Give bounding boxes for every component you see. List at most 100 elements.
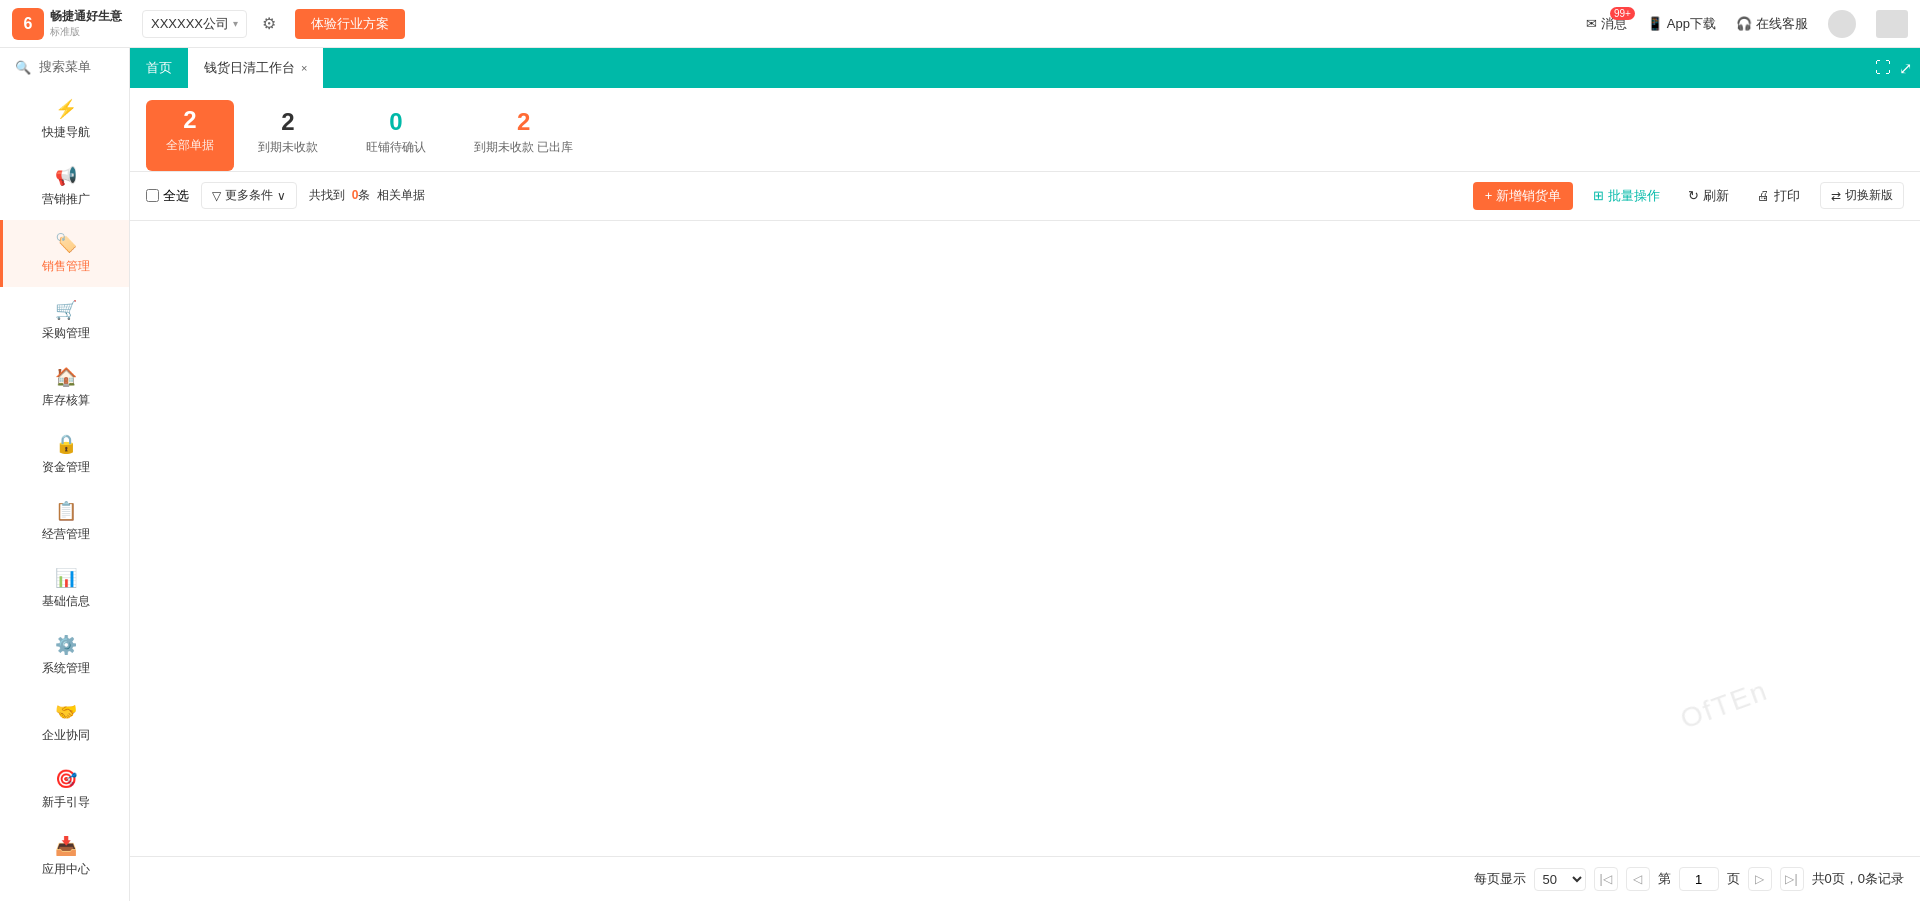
switch-version-label: 切换新版 [1845,187,1893,204]
page-last-button[interactable]: ▷| [1780,867,1804,891]
tab-fullscreen-button[interactable]: ⤢ [1899,59,1912,78]
company-selector[interactable]: XXXXXX公司 ▾ [142,10,247,38]
tab-home-label: 首页 [146,59,172,77]
print-icon: 🖨 [1757,188,1770,203]
sidebar-label-app-center: 应用中心 [42,861,90,878]
logo-sub: 标准版 [50,25,122,39]
found-text: 共找到 0条 相关单据 [309,187,425,204]
sidebar-label-sales: 销售管理 [42,258,90,275]
tab-maximize-button[interactable]: ⛶ [1875,59,1891,77]
quick-nav-icon: ⚡ [55,98,77,120]
logo: 6 畅捷通好生意 标准版 [12,8,142,40]
sidebar-label-operations: 经营管理 [42,526,90,543]
table-area [130,221,1920,856]
logo-icon: 6 [12,8,44,40]
phone-icon: 📱 [1647,16,1663,31]
sidebar-item-enterprise-wechat[interactable]: 💬 企业微信 [0,890,129,901]
user-menu[interactable] [1876,10,1908,38]
status-card-overdue-unshipped[interactable]: 2 到期未收款 已出库 [450,100,597,171]
app-download-item[interactable]: 📱 App下载 [1647,15,1716,33]
switch-version-button[interactable]: ⇄ 切换新版 [1820,182,1904,209]
settings-icon[interactable]: ⚙ [255,10,283,38]
page-label: 第 [1658,870,1671,888]
inventory-icon: 🏠 [55,366,77,388]
sidebar-item-operations[interactable]: 📋 经营管理 [0,488,129,555]
company-name: XXXXXX公司 [151,15,229,33]
batch-op-button[interactable]: ⊞ 批量操作 [1585,183,1668,209]
status-label-all: 全部单据 [166,137,214,154]
sidebar-label-marketing: 营销推广 [42,191,90,208]
enterprise-coop-icon: 🤝 [55,701,77,723]
refresh-label: 刷新 [1703,187,1729,205]
page-first-button[interactable]: |◁ [1594,867,1618,891]
status-num-wangpu: 0 [366,108,426,137]
sidebar-item-marketing[interactable]: 📢 营销推广 [0,153,129,220]
status-cards: 2 全部单据 2 到期未收款 0 旺铺待确认 2 到期未收款 已出库 [130,88,1920,172]
sidebar-item-finance[interactable]: 🔒 资金管理 [0,421,129,488]
sidebar-item-beginner-guide[interactable]: 🎯 新手引导 [0,756,129,823]
select-all-checkbox[interactable]: 全选 [146,187,189,205]
sidebar-item-system[interactable]: ⚙️ 系统管理 [0,622,129,689]
sidebar-item-quick-nav[interactable]: ⚡ 快捷导航 [0,86,129,153]
tab-active[interactable]: 钱货日清工作台 × [188,48,323,88]
status-num-overdue-unpaid: 2 [258,108,318,137]
sidebar-item-basic-info[interactable]: 📊 基础信息 [0,555,129,622]
status-card-overdue-unpaid[interactable]: 2 到期未收款 [234,100,342,171]
sidebar-label-inventory: 库存核算 [42,392,90,409]
trial-button[interactable]: 体验行业方案 [295,9,405,39]
tab-home[interactable]: 首页 [130,48,188,88]
filter-label: 更多条件 [225,187,273,204]
headset-icon: 🎧 [1736,16,1752,31]
sidebar-search-label: 搜索菜单 [39,58,91,76]
logo-text: 畅捷通好生意 标准版 [50,8,122,39]
sidebar-search[interactable]: 🔍 搜索菜单 [0,48,129,86]
message-badge: 99+ [1610,7,1635,20]
main-layout: 🔍 搜索菜单 ⚡ 快捷导航 📢 营销推广 🏷️ 销售管理 🛒 采购管理 🏠 库存… [0,48,1920,901]
filter-chevron-icon: ∨ [277,189,286,203]
status-card-wangpu[interactable]: 0 旺铺待确认 [342,100,450,171]
sidebar-item-enterprise-coop[interactable]: 🤝 企业协同 [0,689,129,756]
online-support-item[interactable]: 🎧 在线客服 [1736,15,1808,33]
page-prev-button[interactable]: ◁ [1626,867,1650,891]
app-download-label: App下载 [1667,15,1716,33]
total-label: 共0页，0条记录 [1812,870,1904,888]
marketing-icon: 📢 [55,165,77,187]
page-number-input[interactable] [1679,867,1719,891]
filter-button[interactable]: ▽ 更多条件 ∨ [201,182,297,209]
sales-icon: 🏷️ [55,232,77,254]
tab-close-icon[interactable]: × [301,62,307,74]
chevron-down-icon: ▾ [233,18,238,29]
switch-icon: ⇄ [1831,189,1841,203]
sidebar-label-beginner-guide: 新手引导 [42,794,90,811]
select-all-label: 全选 [163,187,189,205]
sidebar-item-purchase[interactable]: 🛒 采购管理 [0,287,129,354]
avatar[interactable] [1828,10,1856,38]
batch-op-label: 批量操作 [1608,187,1660,205]
toolbar-right: + 新增销货单 ⊞ 批量操作 ↻ 刷新 🖨 打印 ⇄ [1473,182,1904,210]
sidebar: 🔍 搜索菜单 ⚡ 快捷导航 📢 营销推广 🏷️ 销售管理 🛒 采购管理 🏠 库存… [0,48,130,901]
app-center-icon: 📥 [55,835,77,857]
topbar: 6 畅捷通好生意 标准版 XXXXXX公司 ▾ ⚙ 体验行业方案 ✉ 消息 99… [0,0,1920,48]
sidebar-item-app-center[interactable]: 📥 应用中心 [0,823,129,890]
beginner-guide-icon: 🎯 [55,768,77,790]
refresh-button[interactable]: ↻ 刷新 [1680,183,1737,209]
status-label-overdue-unpaid: 到期未收款 [258,139,318,156]
status-num-all: 2 [166,106,214,135]
print-button[interactable]: 🖨 打印 [1749,183,1808,209]
sidebar-item-inventory[interactable]: 🏠 库存核算 [0,354,129,421]
batch-icon: ⊞ [1593,188,1604,203]
logo-main: 畅捷通好生意 [50,8,122,25]
select-all-input[interactable] [146,189,159,202]
per-page-label: 每页显示 [1474,870,1526,888]
per-page-select[interactable]: 50 100 200 [1534,868,1586,891]
content-area: 首页 钱货日清工作台 × ⛶ ⤢ 2 全部单据 2 到期未收款 [130,48,1920,901]
message-icon: ✉ [1586,16,1597,31]
status-card-all[interactable]: 2 全部单据 [146,100,234,171]
page-next-button[interactable]: ▷ [1748,867,1772,891]
new-sale-button[interactable]: + 新增销货单 [1473,182,1573,210]
sidebar-item-sales[interactable]: 🏷️ 销售管理 [0,220,129,287]
sidebar-label-enterprise-coop: 企业协同 [42,727,90,744]
sidebar-label-system: 系统管理 [42,660,90,677]
message-item[interactable]: ✉ 消息 99+ [1586,15,1627,33]
refresh-icon: ↻ [1688,188,1699,203]
